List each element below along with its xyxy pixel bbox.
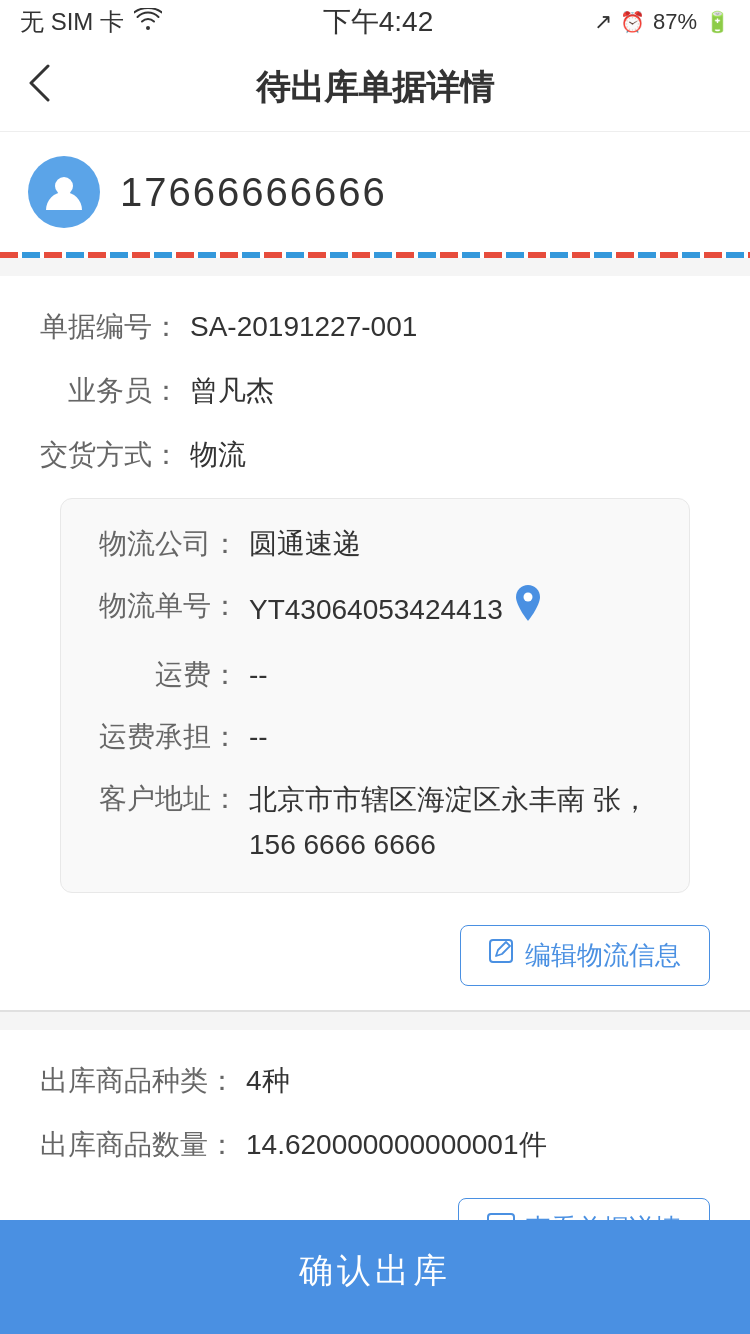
freight-row: 运费： -- bbox=[89, 654, 661, 696]
edit-btn-row: 编辑物流信息 bbox=[0, 905, 750, 1010]
freight-bearer-row: 运费承担： -- bbox=[89, 716, 661, 758]
delivery-method-label: 交货方式： bbox=[40, 434, 190, 476]
address-label: 客户地址： bbox=[89, 778, 249, 820]
battery-icon: 🔋 bbox=[705, 10, 730, 34]
edit-logistics-button[interactable]: 编辑物流信息 bbox=[460, 925, 710, 986]
main-content: 17666666666 单据编号： SA-20191227-001 业务员： 曾… bbox=[0, 132, 750, 1334]
freight-bearer-value: -- bbox=[249, 716, 661, 758]
section-divider bbox=[0, 1010, 750, 1012]
tracking-location-icon[interactable] bbox=[513, 585, 543, 634]
document-number-row: 单据编号： SA-20191227-001 bbox=[40, 306, 710, 348]
location-icon: ↗ bbox=[594, 9, 612, 35]
svg-point-1 bbox=[523, 593, 532, 602]
address-value: 北京市市辖区海淀区永丰南 张，156 6666 6666 bbox=[249, 778, 661, 868]
goods-quantity-label: 出库商品数量： bbox=[40, 1124, 246, 1166]
goods-type-value: 4种 bbox=[246, 1060, 710, 1102]
user-header-section: 17666666666 bbox=[0, 132, 750, 258]
battery-text: 87% bbox=[653, 9, 697, 35]
logistics-card: 物流公司： 圆通速递 物流单号： YT43064053424413 运费： bbox=[60, 498, 690, 893]
document-number-label: 单据编号： bbox=[40, 306, 190, 348]
time-display: 下午4:42 bbox=[323, 3, 434, 41]
salesman-row: 业务员： 曾凡杰 bbox=[40, 370, 710, 412]
logistics-company-label: 物流公司： bbox=[89, 523, 249, 565]
edit-icon bbox=[489, 939, 515, 972]
status-bar: 无 SIM 卡 下午4:42 ↗ ⏰ 87% 🔋 bbox=[0, 0, 750, 44]
avatar bbox=[28, 156, 100, 228]
goods-quantity-value: 14.620000000000001件 bbox=[246, 1124, 710, 1166]
user-header: 17666666666 bbox=[0, 132, 750, 252]
delivery-method-row: 交货方式： 物流 bbox=[40, 434, 710, 476]
address-row: 客户地址： 北京市市辖区海淀区永丰南 张，156 6666 6666 bbox=[89, 778, 661, 868]
freight-bearer-label: 运费承担： bbox=[89, 716, 249, 758]
nav-bar: 待出库单据详情 bbox=[0, 44, 750, 132]
goods-type-label: 出库商品种类： bbox=[40, 1060, 246, 1102]
svg-rect-2 bbox=[490, 940, 512, 962]
status-right: ↗ ⏰ 87% 🔋 bbox=[594, 9, 730, 35]
logistics-company-value: 圆通速递 bbox=[249, 523, 661, 565]
user-phone: 17666666666 bbox=[120, 170, 387, 215]
page-title: 待出库单据详情 bbox=[256, 65, 494, 111]
salesman-value: 曾凡杰 bbox=[190, 370, 710, 412]
document-number-value: SA-20191227-001 bbox=[190, 306, 710, 348]
delivery-method-value: 物流 bbox=[190, 434, 710, 476]
status-left: 无 SIM 卡 bbox=[20, 6, 162, 38]
alarm-icon: ⏰ bbox=[620, 10, 645, 34]
confirm-outbound-button[interactable]: 确认出库 bbox=[40, 1248, 710, 1294]
logistics-company-row: 物流公司： 圆通速递 bbox=[89, 523, 661, 565]
tracking-number-value: YT43064053424413 bbox=[249, 585, 661, 634]
freight-label: 运费： bbox=[89, 654, 249, 696]
tracking-number-row: 物流单号： YT43064053424413 bbox=[89, 585, 661, 634]
freight-value: -- bbox=[249, 654, 661, 696]
goods-type-row: 出库商品种类： 4种 bbox=[40, 1060, 710, 1102]
edit-btn-label: 编辑物流信息 bbox=[525, 938, 681, 973]
goods-quantity-row: 出库商品数量： 14.620000000000001件 bbox=[40, 1124, 710, 1166]
dashed-separator bbox=[0, 252, 750, 258]
salesman-label: 业务员： bbox=[40, 370, 190, 412]
tracking-number-label: 物流单号： bbox=[89, 585, 249, 627]
goods-section: 出库商品种类： 4种 出库商品数量： 14.620000000000001件 bbox=[0, 1030, 750, 1196]
wifi-icon bbox=[134, 8, 162, 36]
confirm-area: 确认出库 bbox=[0, 1220, 750, 1334]
back-button[interactable] bbox=[28, 64, 50, 111]
basic-info-section: 单据编号： SA-20191227-001 业务员： 曾凡杰 交货方式： 物流 … bbox=[0, 276, 750, 923]
carrier-text: 无 SIM 卡 bbox=[20, 6, 124, 38]
